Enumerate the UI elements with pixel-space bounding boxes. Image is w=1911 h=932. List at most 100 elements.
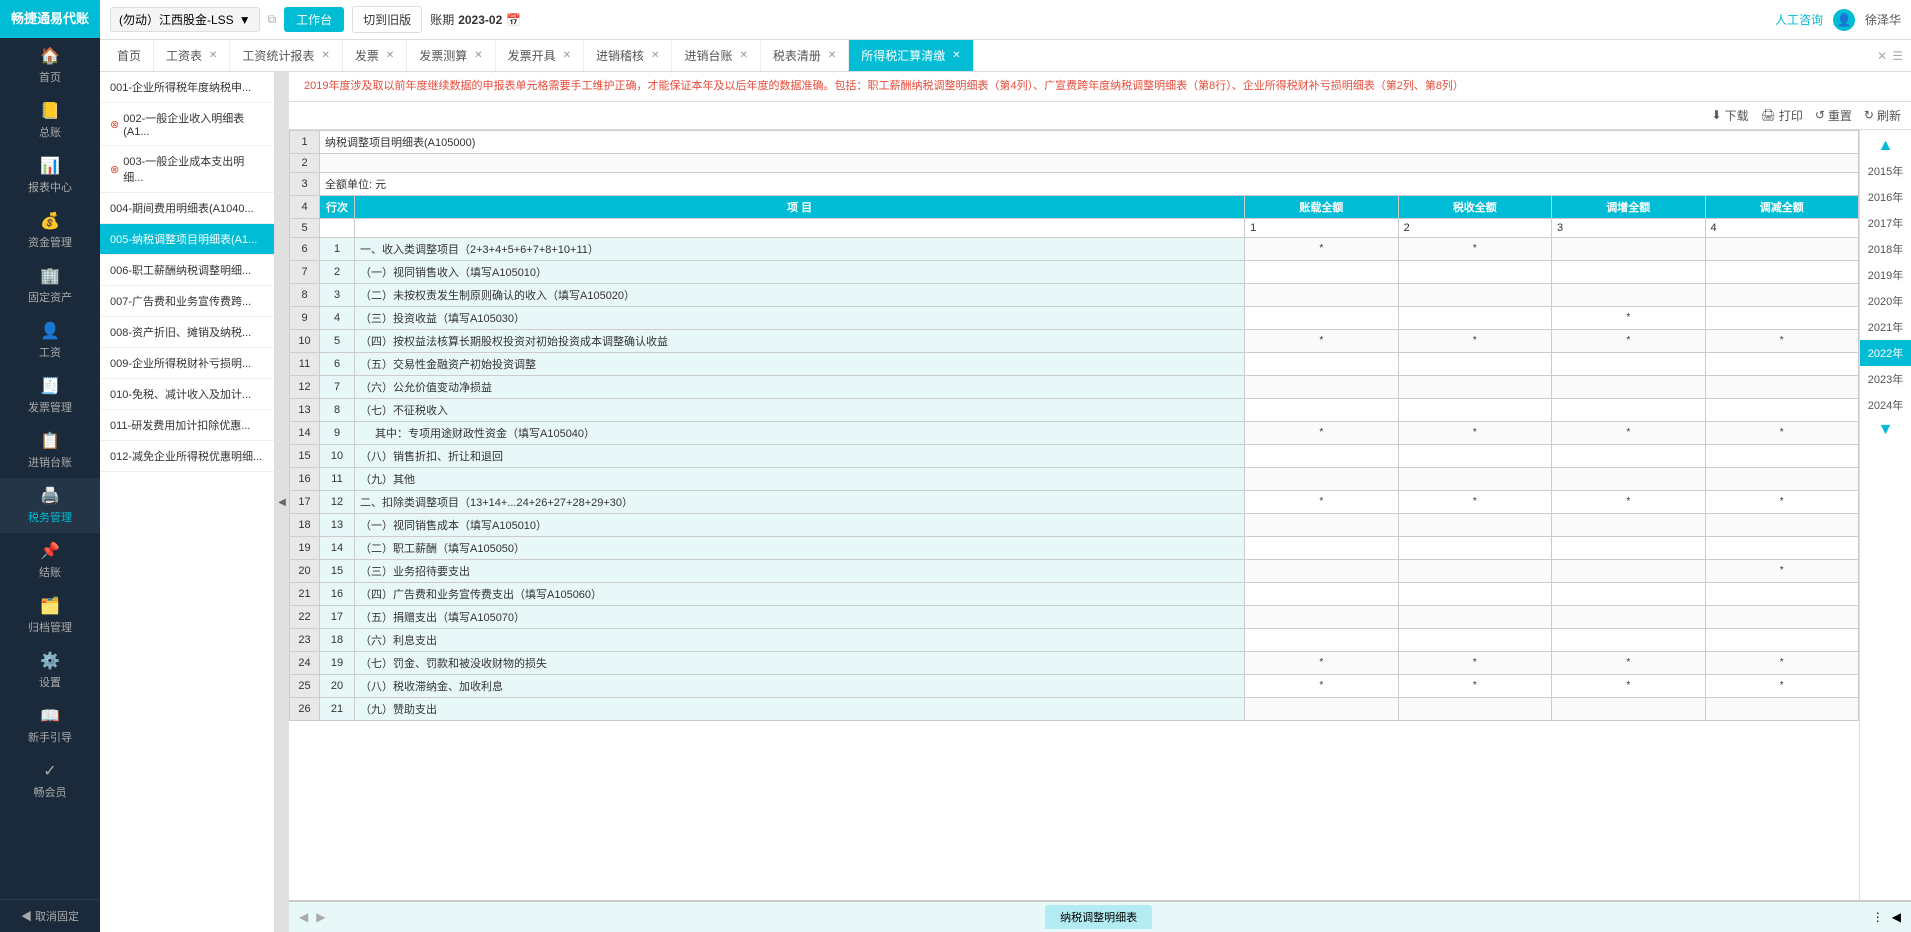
year-nav-down[interactable]: ▼ bbox=[1875, 418, 1897, 442]
year-2019[interactable]: 2019年 bbox=[1860, 262, 1911, 288]
tab-invoice-calc[interactable]: 发票测算 ✕ bbox=[407, 40, 495, 71]
left-panel-item-011[interactable]: 011-研发费用加计扣除优惠... bbox=[100, 410, 274, 441]
tab-invoice[interactable]: 发票 ✕ bbox=[343, 40, 407, 71]
year-2021[interactable]: 2021年 bbox=[1860, 314, 1911, 340]
main-table: 1 纳税调整项目明细表(A105000) 2 3 全额单位 bbox=[289, 130, 1859, 721]
sidebar-item-ledger[interactable]: 📒 总账 bbox=[0, 93, 100, 148]
sidebar-item-assets-mgmt[interactable]: 💰 资金管理 bbox=[0, 203, 100, 258]
close-tab-income-tax[interactable]: ✕ bbox=[952, 50, 960, 61]
tax-icon: 🖨️ bbox=[40, 486, 60, 506]
download-icon: ⬇ bbox=[1712, 108, 1722, 122]
left-panel-item-001[interactable]: 001-企业所得税年度纳税申... bbox=[100, 72, 274, 103]
close-tab-salary-report[interactable]: ✕ bbox=[321, 50, 329, 61]
sidebar-item-settings[interactable]: ⚙️ 设置 bbox=[0, 643, 100, 698]
left-panel-item-005[interactable]: 005-纳税调整项目明细表(A1... bbox=[100, 224, 274, 255]
tab-invoice-open[interactable]: 发票开具 ✕ bbox=[496, 40, 584, 71]
left-panel-item-003[interactable]: ⊗ 003-一般企业成本支出明细... bbox=[100, 146, 274, 193]
table-title: 纳税调整项目明细表(A105000) bbox=[320, 130, 1859, 153]
sidebar-item-purchase-sales[interactable]: 📋 进销台账 bbox=[0, 423, 100, 478]
tab-bar-end: ✕ ☰ bbox=[1877, 49, 1911, 63]
year-2023[interactable]: 2023年 bbox=[1860, 366, 1911, 392]
sidebar-item-fixed-assets[interactable]: 🏢 固定资产 bbox=[0, 258, 100, 313]
year-2020[interactable]: 2020年 bbox=[1860, 288, 1911, 314]
left-panel-item-006[interactable]: 006-职工薪酬纳税调整明细... bbox=[100, 255, 274, 286]
close-tab-tax-ledger[interactable]: ✕ bbox=[739, 50, 747, 61]
tab-tax-clear[interactable]: 税表清册 ✕ bbox=[761, 40, 849, 71]
sidebar-item-tax-mgmt[interactable]: 🖨️ 税务管理 bbox=[0, 478, 100, 533]
tab-home[interactable]: 首页 bbox=[105, 40, 154, 71]
sidebar-item-new-guide[interactable]: 📖 新手引导 bbox=[0, 698, 100, 753]
close-tab-invoice-open[interactable]: ✕ bbox=[563, 50, 571, 61]
workbench-button[interactable]: 工作台 bbox=[284, 7, 344, 32]
error-icon-002: ⊗ bbox=[110, 118, 119, 131]
reset-button[interactable]: ↺ 重置 bbox=[1815, 107, 1852, 124]
download-button[interactable]: ⬇ 下载 bbox=[1712, 107, 1749, 124]
main-area: (勿动）江西股金-LSS ▼ ⧉ 工作台 切到旧版 账期 2023-02 📅 人… bbox=[100, 0, 1911, 932]
old-version-button[interactable]: 切到旧版 bbox=[352, 6, 422, 33]
left-panel-item-007[interactable]: 007-广告费和业务宣传费跨... bbox=[100, 286, 274, 317]
left-panel-item-009[interactable]: 009-企业所得税财补亏损明... bbox=[100, 348, 274, 379]
sidebar-item-archive[interactable]: 🗂️ 归档管理 bbox=[0, 588, 100, 643]
tab-tax-ledger[interactable]: 进销台账 ✕ bbox=[672, 40, 760, 71]
tab-salary-report[interactable]: 工资统计报表 ✕ bbox=[230, 40, 342, 71]
sidebar-item-close[interactable]: 📌 结账 bbox=[0, 533, 100, 588]
content-area: 001-企业所得税年度纳税申... ⊗ 002-一般企业收入明细表(A1... … bbox=[100, 72, 1911, 932]
unpin-sidebar[interactable]: ◀ 取消固定 bbox=[0, 899, 100, 932]
close-tab-salary[interactable]: ✕ bbox=[209, 50, 217, 61]
sidebar-item-home[interactable]: 🏠 首页 bbox=[0, 38, 100, 93]
left-panel-item-002[interactable]: ⊗ 002-一般企业收入明细表(A1... bbox=[100, 103, 274, 146]
spreadsheet-container[interactable]: 1 纳税调整项目明细表(A105000) 2 3 全额单位 bbox=[289, 130, 1859, 901]
tab-tax-in[interactable]: 进销稽核 ✕ bbox=[584, 40, 672, 71]
tab-bar: 首页 工资表 ✕ 工资统计报表 ✕ 发票 ✕ 发票测算 ✕ 发票开具 ✕ 进销稽… bbox=[100, 40, 1911, 72]
year-2016[interactable]: 2016年 bbox=[1860, 184, 1911, 210]
close-all-tabs[interactable]: ✕ bbox=[1877, 49, 1887, 63]
scroll-left-icon[interactable]: ◀ bbox=[1892, 910, 1901, 924]
col-hang-header: 行次 bbox=[320, 195, 355, 218]
user-avatar: 👤 bbox=[1833, 9, 1855, 31]
left-panel-item-004[interactable]: 004-期间费用明细表(A1040... bbox=[100, 193, 274, 224]
close-tab-tax-in[interactable]: ✕ bbox=[651, 50, 659, 61]
year-2022[interactable]: 2022年 bbox=[1860, 340, 1911, 366]
sheet-toolbar: ⬇ 下载 🖨 打印 ↺ 重置 ↻ 刷新 bbox=[289, 102, 1911, 130]
col2-header: 税收全额 bbox=[1398, 195, 1551, 218]
close-tab-invoice[interactable]: ✕ bbox=[386, 50, 394, 61]
year-2017[interactable]: 2017年 bbox=[1860, 210, 1911, 236]
close-tab-invoice-calc[interactable]: ✕ bbox=[474, 50, 482, 61]
tab-menu-icon[interactable]: ☰ bbox=[1892, 49, 1903, 63]
refresh-button[interactable]: ↻ 刷新 bbox=[1864, 107, 1901, 124]
calendar-icon[interactable]: 📅 bbox=[506, 13, 521, 27]
sidebar-item-salary[interactable]: 👤 工资 bbox=[0, 313, 100, 368]
top-bar-right: 人工咨询 👤 徐泽华 bbox=[1775, 9, 1901, 31]
sheet-tab-main[interactable]: 纳税调整明细表 bbox=[1045, 905, 1152, 929]
nav-prev-icon[interactable]: ◀ bbox=[299, 910, 308, 924]
nav-next-icon[interactable]: ▶ bbox=[316, 910, 325, 924]
tab-income-tax[interactable]: 所得税汇算清缴 ✕ bbox=[849, 40, 973, 71]
app-logo: 畅捷通易代账 bbox=[0, 0, 100, 38]
table-row: 12 7 （六）公允价值变动净损益 bbox=[290, 375, 1859, 398]
tab-salary[interactable]: 工资表 ✕ bbox=[154, 40, 230, 71]
print-button[interactable]: 🖨 打印 bbox=[1761, 107, 1803, 124]
collapse-left-panel[interactable]: ◀ bbox=[275, 72, 289, 932]
sidebar-item-invoice-mgmt[interactable]: 🧾 发票管理 bbox=[0, 368, 100, 423]
company-name: (勿动）江西股金-LSS bbox=[119, 11, 234, 28]
close-tab-tax-clear[interactable]: ✕ bbox=[828, 50, 836, 61]
sidebar-item-member[interactable]: ✓ 畅会员 bbox=[0, 753, 100, 808]
sidebar-item-reports[interactable]: 📊 报表中心 bbox=[0, 148, 100, 203]
year-2018[interactable]: 2018年 bbox=[1860, 236, 1911, 262]
left-panel-item-012[interactable]: 012-减免企业所得税优惠明细... bbox=[100, 441, 274, 472]
year-nav-up[interactable]: ▲ bbox=[1875, 134, 1897, 158]
table-row: 13 8 （七）不征税收入 bbox=[290, 398, 1859, 421]
copy-icon[interactable]: ⧉ bbox=[268, 12, 277, 27]
col3-header: 调增全额 bbox=[1552, 195, 1705, 218]
table-row: 9 4 （三）投资收益（填写A105030） * bbox=[290, 306, 1859, 329]
left-panel-item-008[interactable]: 008-资产折旧、摊销及纳税... bbox=[100, 317, 274, 348]
fixed-assets-icon: 🏢 bbox=[40, 266, 60, 286]
table-row: 6 1 一、收入类调整项目（2+3+4+5+6+7+8+10+11） * * bbox=[290, 237, 1859, 260]
year-2024[interactable]: 2024年 bbox=[1860, 392, 1911, 418]
company-selector[interactable]: (勿动）江西股金-LSS ▼ bbox=[110, 7, 260, 32]
table-unit-row: 3 全额单位: 元 bbox=[290, 172, 1859, 195]
error-icon-003: ⊗ bbox=[110, 163, 119, 176]
left-panel-item-010[interactable]: 010-免税、减计收入及加计... bbox=[100, 379, 274, 410]
consult-link[interactable]: 人工咨询 bbox=[1775, 11, 1823, 28]
year-2015[interactable]: 2015年 bbox=[1860, 158, 1911, 184]
